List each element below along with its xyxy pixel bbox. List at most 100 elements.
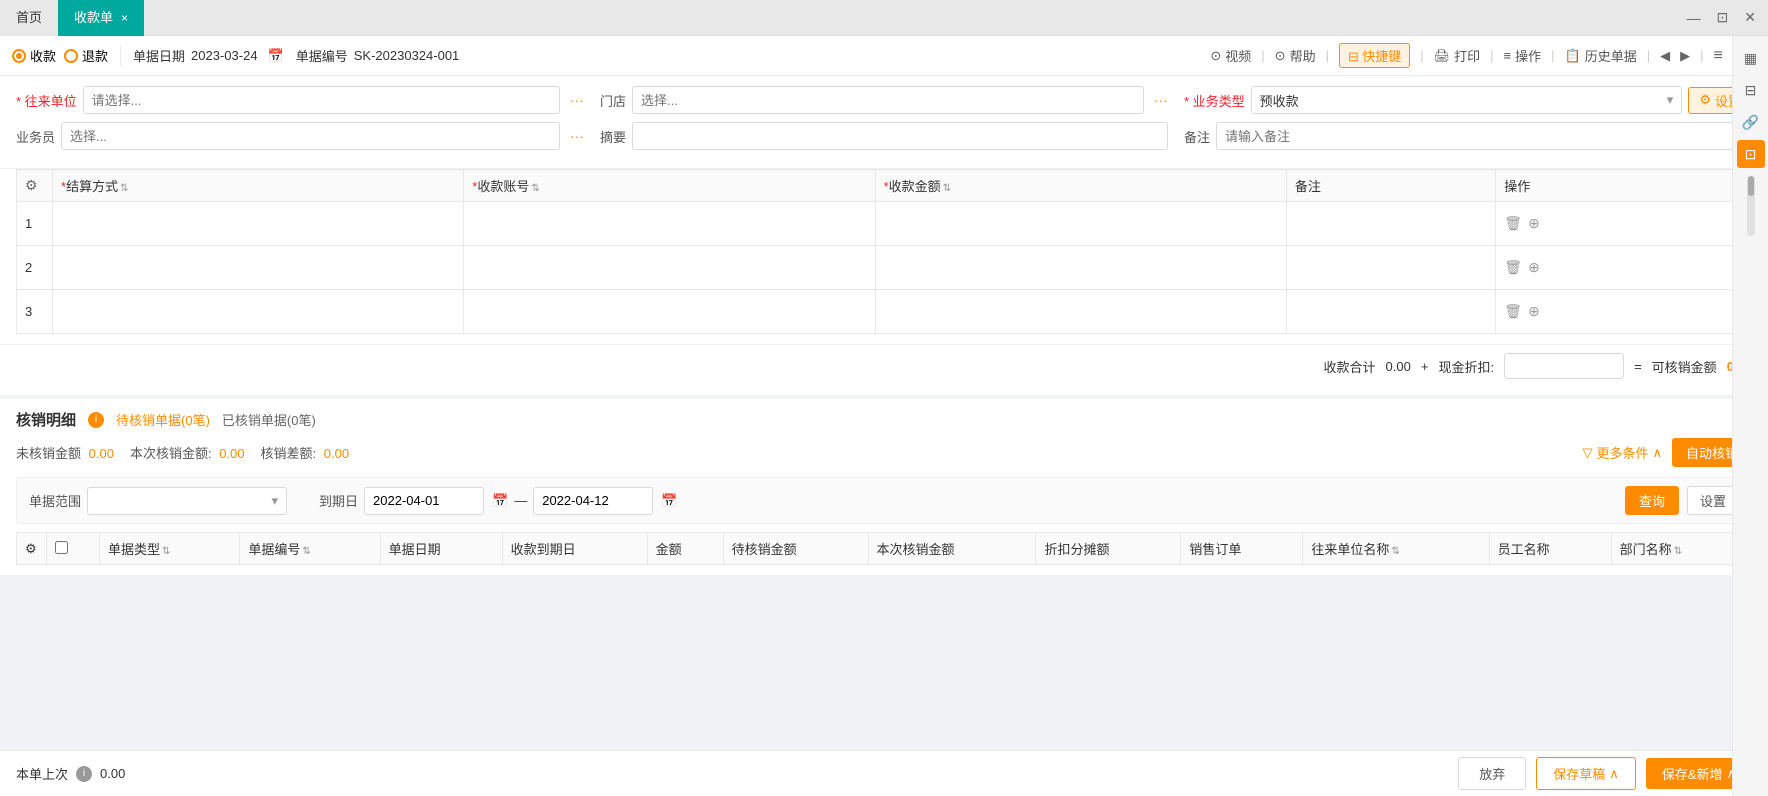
row3-account[interactable] [464, 290, 875, 334]
query-btn[interactable]: 查询 [1625, 486, 1679, 515]
tab-home[interactable]: 首页 [0, 0, 58, 36]
prev-btn[interactable]: ◀ [1660, 48, 1670, 64]
pending-tab[interactable]: 待核销单据(0笔) [116, 410, 210, 429]
row2-note[interactable] [1286, 246, 1495, 290]
next-btn[interactable]: ▶ [1680, 48, 1690, 64]
col-checkbox: ⚙ [17, 533, 47, 565]
done-tab[interactable]: 已核销单据(0笔) [222, 410, 316, 429]
date-to-icon[interactable]: 📅 [661, 493, 677, 509]
row2-copy-icon[interactable]: ⊕ [1528, 259, 1540, 276]
store-label: 门店 [600, 91, 626, 110]
number-label: 单据编号 [296, 46, 348, 65]
more-conditions-btn[interactable]: ▽ 更多条件 ∧ [1582, 443, 1662, 462]
operations-btn[interactable]: ≡ 操作 [1504, 46, 1542, 65]
salesperson-more-btn[interactable]: ··· [570, 128, 584, 144]
sidebar-notes-icon[interactable]: ⊟ [1737, 76, 1765, 104]
row3-delete-icon[interactable]: 🗑 [1504, 303, 1522, 320]
row3-copy-icon[interactable]: ⊕ [1528, 303, 1540, 320]
shortcut-btn[interactable]: ⊟ 快捷键 [1339, 43, 1410, 68]
save-draft-chevron-icon: ∧ [1609, 766, 1619, 782]
video-label: 视频 [1225, 46, 1251, 65]
col-current-amount: 本次核销金额 [868, 533, 1036, 565]
restore-btn[interactable]: ⊡ [1713, 7, 1733, 28]
footer: 本单上次 i 0.00 放弃 保存草稿 ∧ 保存&新增 ∧ [0, 750, 1768, 796]
chevron-up-icon: ∧ [1652, 445, 1662, 461]
row1-copy-icon[interactable]: ⊕ [1528, 215, 1540, 232]
receipt-radio[interactable]: 收款 [12, 46, 56, 65]
video-btn[interactable]: ⊙ 视频 [1210, 46, 1251, 65]
col-counterpart-name: 往来单位名称⇅ [1303, 533, 1489, 565]
counterpart-more-btn[interactable]: ··· [570, 92, 584, 108]
salesperson-label: 业务员 [16, 127, 55, 146]
row1-delete-icon[interactable]: 🗑 [1504, 215, 1522, 232]
tab-bar-right: — ⊡ ✕ [1683, 7, 1768, 28]
row1-note[interactable] [1286, 202, 1495, 246]
carry-over-label: 本单上次 [16, 764, 68, 783]
scrollbar-thumb [1748, 176, 1754, 196]
diff-label: 核销差额: [261, 446, 317, 461]
row1-settlement[interactable] [53, 202, 464, 246]
reconcile-table: ⚙ 单据类型⇅ 单据编号⇅ 单据日期 收款到期日 金额 待核销金额 本次核销金额… [16, 532, 1752, 565]
row3-note[interactable] [1286, 290, 1495, 334]
due-date-field: 到期日 📅 — 📅 [319, 487, 677, 515]
sidebar-table-icon[interactable]: ▦ [1737, 44, 1765, 72]
print-btn[interactable]: 🖨 打印 [1434, 46, 1481, 65]
range-field: 单据范围 ▾ [29, 487, 287, 515]
form-section: * 往来单位 ··· 门店 ··· * 业务类型 预收款 ▾ ⚙ 设置 [0, 76, 1768, 169]
row3-amount[interactable] [875, 290, 1286, 334]
counterpart-field: * 往来单位 ··· [16, 86, 584, 114]
store-input[interactable] [632, 86, 1144, 114]
tab-close-btn[interactable]: × [121, 0, 128, 36]
print-label: 打印 [1454, 46, 1480, 65]
form-row-2: 业务员 ··· 摘要 备注 [16, 122, 1752, 150]
table-row: 3 🗑 ⊕ [17, 290, 1752, 334]
table-settings-header: ⚙ [17, 170, 53, 202]
carry-over-value: 0.00 [100, 766, 125, 781]
sidebar-scrollbar[interactable] [1747, 176, 1755, 236]
row1-amount[interactable] [875, 202, 1286, 246]
col-doc-date: 单据日期 [380, 533, 502, 565]
salesperson-input[interactable] [61, 122, 560, 150]
date-from-input[interactable] [364, 487, 484, 515]
help-icon: ⊙ [1275, 48, 1286, 64]
calendar-icon[interactable]: 📅 [268, 48, 284, 64]
table2-gear-icon[interactable]: ⚙ [25, 541, 37, 556]
counterpart-label: * 往来单位 [16, 91, 77, 110]
receipt-radio-dot [12, 49, 26, 63]
row2-settlement[interactable] [53, 246, 464, 290]
range-select[interactable]: ▾ [87, 487, 287, 515]
carry-over-info-icon[interactable]: i [76, 766, 92, 782]
close-window-btn[interactable]: ✕ [1740, 7, 1760, 28]
current-label: 本次核销金额: [130, 446, 212, 461]
date-from-icon[interactable]: 📅 [492, 493, 508, 509]
select-all-checkbox[interactable] [55, 541, 68, 554]
minimize-btn[interactable]: — [1683, 8, 1705, 28]
list-view-icon[interactable]: ≡ [1714, 47, 1723, 65]
save-draft-btn[interactable]: 保存草稿 ∧ [1536, 757, 1636, 790]
row1-account[interactable] [464, 202, 875, 246]
refund-radio[interactable]: 退款 [64, 46, 108, 65]
note-input[interactable] [1216, 122, 1752, 150]
row2-amount[interactable] [875, 246, 1286, 290]
row2-account[interactable] [464, 246, 875, 290]
tab-active[interactable]: 收款单 × [58, 0, 144, 36]
discard-btn[interactable]: 放弃 [1458, 757, 1526, 790]
row3-settlement[interactable] [53, 290, 464, 334]
business-type-label: * 业务类型 [1184, 91, 1245, 110]
summary-input[interactable] [632, 122, 1168, 150]
sidebar-expand-icon[interactable]: ⊡ [1737, 140, 1765, 168]
row2-delete-icon[interactable]: 🗑 [1504, 259, 1522, 276]
business-type-select[interactable]: 预收款 ▾ [1251, 86, 1683, 114]
range-label: 单据范围 [29, 491, 81, 510]
counterpart-input[interactable] [83, 86, 560, 114]
help-btn[interactable]: ⊙ 帮助 [1275, 46, 1316, 65]
history-btn[interactable]: 📋 历史单据 [1565, 46, 1637, 65]
refund-label: 退款 [82, 46, 108, 65]
reconcile-info-icon[interactable]: i [88, 412, 104, 428]
store-more-btn[interactable]: ··· [1154, 92, 1168, 108]
number-value: SK-20230324-001 [354, 48, 460, 63]
sidebar-link-icon[interactable]: 🔗 [1737, 108, 1765, 136]
table-gear-icon[interactable]: ⚙ [25, 177, 38, 193]
discount-input[interactable] [1504, 353, 1624, 379]
date-to-input[interactable] [533, 487, 653, 515]
